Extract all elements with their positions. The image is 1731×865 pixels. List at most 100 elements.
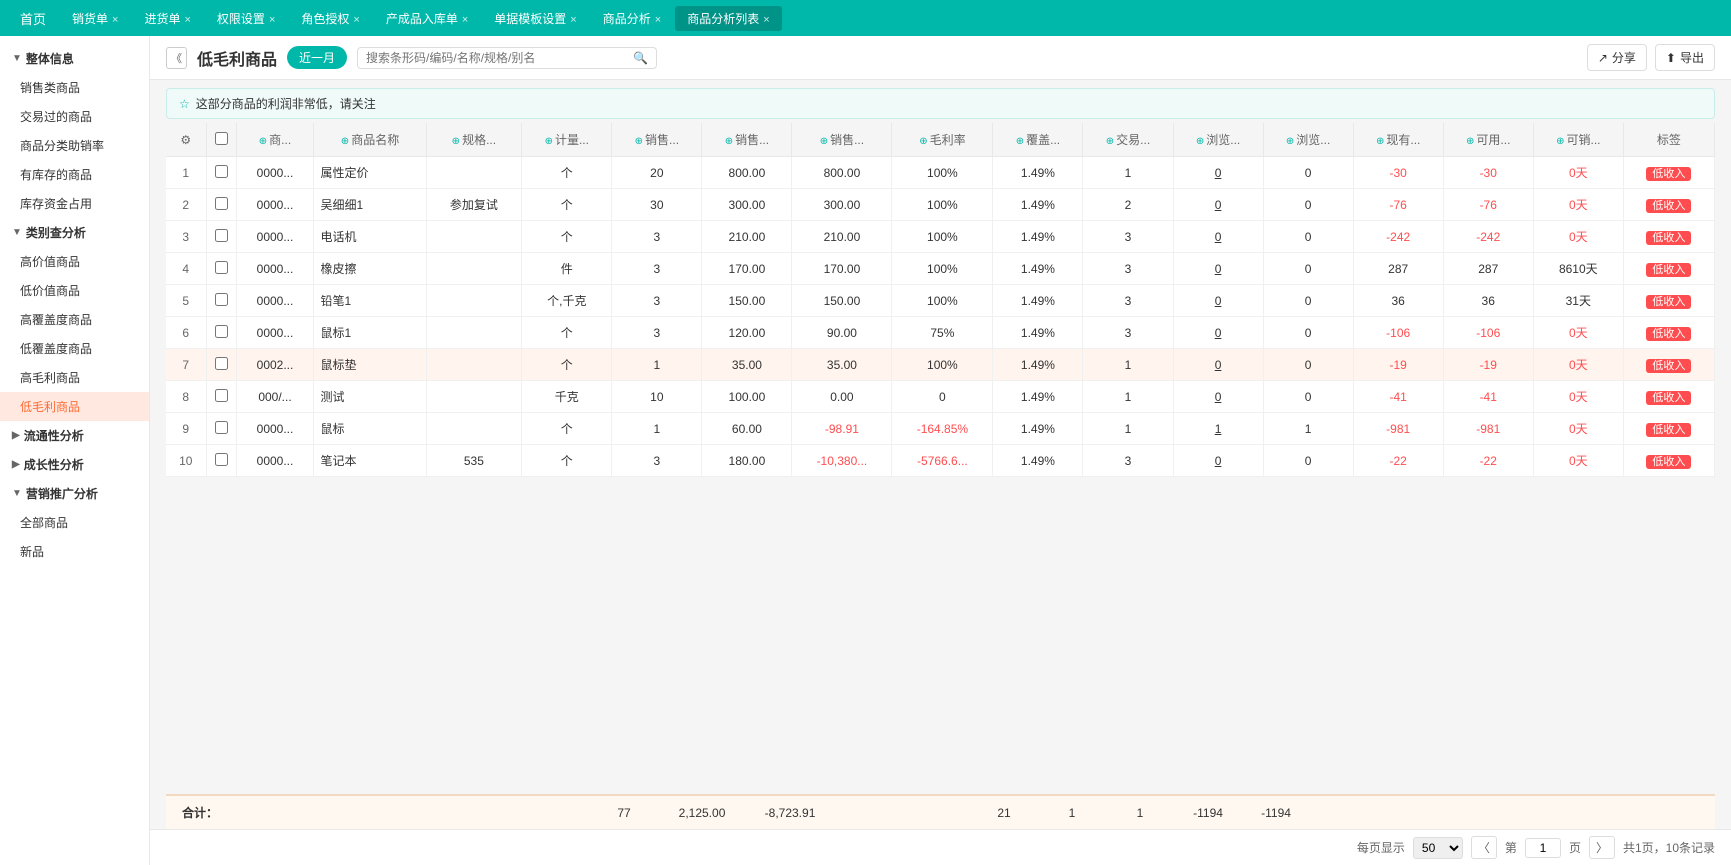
close-analysis-icon[interactable]: × xyxy=(655,14,661,26)
row-checkbox[interactable] xyxy=(206,253,236,285)
close-permissions-icon[interactable]: × xyxy=(269,14,275,26)
th-current[interactable]: ⊕现有... xyxy=(1353,123,1443,157)
nav-permissions[interactable]: 权限设置× xyxy=(205,6,287,31)
th-settings[interactable]: ⚙ xyxy=(166,123,206,157)
nav-analysis[interactable]: 商品分析× xyxy=(591,6,673,31)
th-spec[interactable]: ⊕规格... xyxy=(426,123,522,157)
close-purchase-icon[interactable]: × xyxy=(184,14,190,26)
th-trade[interactable]: ⊕交易... xyxy=(1083,123,1173,157)
row-name[interactable]: 吴细细1 xyxy=(314,189,426,221)
nav-home[interactable]: 首页 xyxy=(8,5,58,32)
th-code[interactable]: ⊕商... xyxy=(236,123,314,157)
row-checkbox[interactable] xyxy=(206,317,236,349)
export-button[interactable]: ⬆ 导出 xyxy=(1655,44,1715,71)
sidebar-group-overall[interactable]: ▼ 整体信息 xyxy=(0,44,149,73)
page-input[interactable] xyxy=(1525,838,1561,858)
row-view1[interactable]: 0 xyxy=(1173,381,1263,413)
sidebar-item-category-rate[interactable]: 商品分类助销率 xyxy=(0,131,149,160)
close-templates-icon[interactable]: × xyxy=(570,14,576,26)
row-view1[interactable]: 0 xyxy=(1173,221,1263,253)
th-checkbox[interactable] xyxy=(206,123,236,157)
row-name[interactable]: 鼠标垫 xyxy=(314,349,426,381)
row-checkbox[interactable] xyxy=(206,349,236,381)
sidebar-item-low-margin[interactable]: 低毛利商品 xyxy=(0,392,149,421)
row-view2: 0 xyxy=(1263,157,1353,189)
nav-products[interactable]: 产成品入库单× xyxy=(374,6,480,31)
row-name[interactable]: 笔记本 xyxy=(314,445,426,477)
close-analysis-list-icon[interactable]: × xyxy=(763,14,769,26)
per-page-select[interactable]: 50 20 100 xyxy=(1413,837,1463,859)
row-sellable: 0天 xyxy=(1533,221,1623,253)
row-name[interactable]: 属性定价 xyxy=(314,157,426,189)
sidebar-group-flow[interactable]: ▶ 流通性分析 xyxy=(0,421,149,450)
sidebar-item-stocked[interactable]: 有库存的商品 xyxy=(0,160,149,189)
share-button[interactable]: ↗ 分享 xyxy=(1587,44,1647,71)
row-view1[interactable]: 0 xyxy=(1173,285,1263,317)
collapse-sidebar-button[interactable]: 《 xyxy=(166,47,187,69)
sidebar-item-low-coverage[interactable]: 低覆盖度商品 xyxy=(0,334,149,363)
row-view1[interactable]: 0 xyxy=(1173,349,1263,381)
sidebar-group-marketing[interactable]: ▼ 营销推广分析 xyxy=(0,479,149,508)
search-input[interactable] xyxy=(366,51,629,65)
sidebar-item-all-products[interactable]: 全部商品 xyxy=(0,508,149,537)
sidebar-group-growth[interactable]: ▶ 成长性分析 xyxy=(0,450,149,479)
th-qty[interactable]: ⊕销售... xyxy=(612,123,702,157)
row-checkbox[interactable] xyxy=(206,221,236,253)
row-view1[interactable]: 0 xyxy=(1173,189,1263,221)
close-roles-icon[interactable]: × xyxy=(353,14,359,26)
next-page-button[interactable]: 〉 xyxy=(1589,836,1615,859)
row-checkbox[interactable] xyxy=(206,413,236,445)
sidebar-item-traded[interactable]: 交易过的商品 xyxy=(0,102,149,131)
th-price[interactable]: ⊕销售... xyxy=(702,123,792,157)
row-name[interactable]: 电话机 xyxy=(314,221,426,253)
sidebar-item-new-products[interactable]: 新品 xyxy=(0,537,149,566)
sidebar-item-sales-products[interactable]: 销售类商品 xyxy=(0,73,149,102)
sidebar-item-low-value[interactable]: 低价值商品 xyxy=(0,276,149,305)
table-container[interactable]: ⚙ ⊕商... ⊕商品名称 ⊕规格... ⊕计量... ⊕销售... ⊕销售..… xyxy=(166,123,1715,794)
th-coverage[interactable]: ⊕覆盖... xyxy=(993,123,1083,157)
th-available[interactable]: ⊕可用... xyxy=(1443,123,1533,157)
sidebar-item-capital[interactable]: 库存资金占用 xyxy=(0,189,149,218)
close-sales-icon[interactable]: × xyxy=(112,14,118,26)
sidebar-item-high-margin[interactable]: 高毛利商品 xyxy=(0,363,149,392)
row-view1[interactable]: 0 xyxy=(1173,157,1263,189)
row-name[interactable]: 橡皮擦 xyxy=(314,253,426,285)
row-name[interactable]: 铅笔1 xyxy=(314,285,426,317)
search-icon[interactable]: 🔍 xyxy=(633,51,648,65)
row-view1[interactable]: 0 xyxy=(1173,317,1263,349)
th-name[interactable]: ⊕商品名称 xyxy=(314,123,426,157)
prev-page-button[interactable]: 〈 xyxy=(1471,836,1497,859)
row-view1[interactable]: 0 xyxy=(1173,253,1263,285)
th-tag[interactable]: 标签 xyxy=(1623,123,1714,157)
row-checkbox[interactable] xyxy=(206,285,236,317)
row-checkbox[interactable] xyxy=(206,189,236,221)
th-sale[interactable]: ⊕销售... xyxy=(792,123,892,157)
th-unit[interactable]: ⊕计量... xyxy=(522,123,612,157)
top-navigation: 首页 销货单× 进货单× 权限设置× 角色授权× 产成品入库单× 单据模板设置×… xyxy=(0,0,1731,36)
th-margin[interactable]: ⊕毛利率 xyxy=(892,123,993,157)
period-button[interactable]: 近一月 xyxy=(287,46,347,69)
th-view2[interactable]: ⊕浏览... xyxy=(1263,123,1353,157)
row-sellable: 0天 xyxy=(1533,381,1623,413)
nav-templates[interactable]: 单据模板设置× xyxy=(482,6,588,31)
nav-analysis-list[interactable]: 商品分析列表× xyxy=(675,6,781,31)
row-view1[interactable]: 0 xyxy=(1173,445,1263,477)
close-products-icon[interactable]: × xyxy=(462,14,468,26)
row-view1[interactable]: 1 xyxy=(1173,413,1263,445)
nav-roles[interactable]: 角色授权× xyxy=(289,6,371,31)
sidebar-group-category[interactable]: ▼ 类别查分析 xyxy=(0,218,149,247)
row-name[interactable]: 测试 xyxy=(314,381,426,413)
th-view1[interactable]: ⊕浏览... xyxy=(1173,123,1263,157)
sidebar-item-high-value[interactable]: 高价值商品 xyxy=(0,247,149,276)
row-checkbox[interactable] xyxy=(206,445,236,477)
row-checkbox[interactable] xyxy=(206,381,236,413)
row-checkbox[interactable] xyxy=(206,157,236,189)
nav-sales[interactable]: 销货单× xyxy=(60,6,130,31)
row-name[interactable]: 鼠标 xyxy=(314,413,426,445)
sidebar-item-high-coverage[interactable]: 高覆盖度商品 xyxy=(0,305,149,334)
nav-purchase[interactable]: 进货单× xyxy=(132,6,202,31)
export-icon: ⬆ xyxy=(1666,51,1676,65)
row-name[interactable]: 鼠标1 xyxy=(314,317,426,349)
th-sellable[interactable]: ⊕可销... xyxy=(1533,123,1623,157)
select-all-checkbox[interactable] xyxy=(215,132,228,145)
